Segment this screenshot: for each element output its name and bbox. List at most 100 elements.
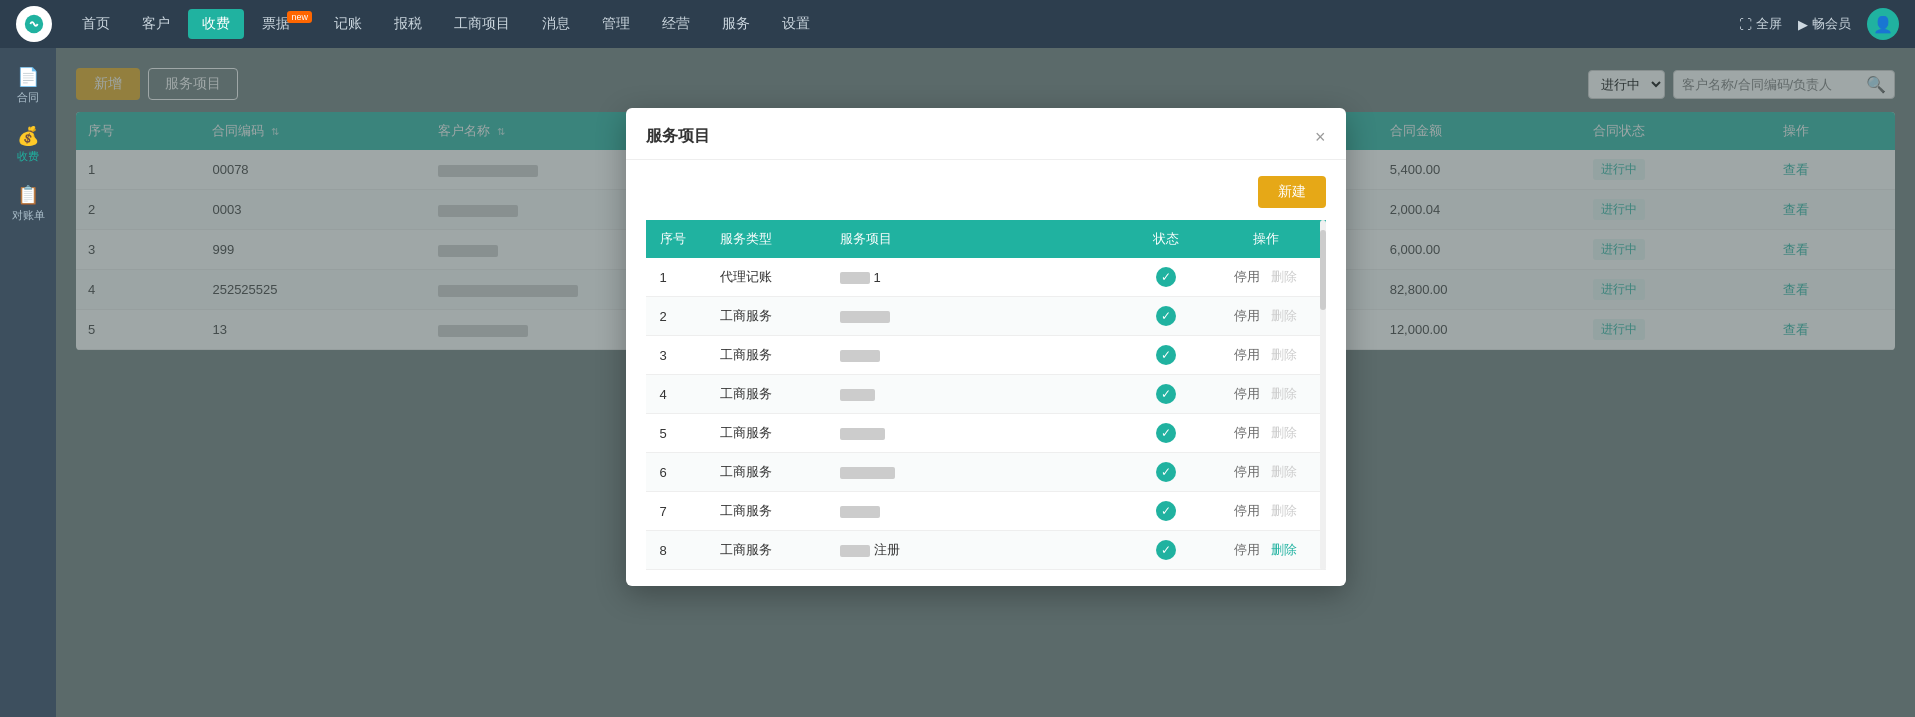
modal-table-row: 5 工商服务 ✓ 停用 删除 [646,414,1326,453]
modal-table-row: 2 工商服务 ✓ 停用 删除 [646,297,1326,336]
service-items-table: 序号 服务类型 服务项目 状态 操作 1 代理记账 [646,220,1326,570]
modal-th-index: 序号 [646,220,706,258]
modal-th-type: 服务类型 [706,220,826,258]
delete-button[interactable]: 删除 [1271,386,1297,401]
sidebar-item-label: 收费 [7,149,49,164]
stop-button[interactable]: 停用 [1234,269,1260,284]
scrollbar-track[interactable] [1320,220,1326,570]
delete-button[interactable]: 删除 [1271,503,1297,518]
status-check-icon: ✓ [1156,267,1176,287]
service-item-modal: 服务项目 × 新建 序号 服务类型 服 [626,108,1346,586]
modal-cell-action: 停用 删除 [1206,258,1326,297]
modal-cell-item [826,453,1126,492]
content-area: 新增 服务项目 进行中 已结束 全部 🔍 序号 合同编 [56,48,1915,717]
nav-item-fuwu[interactable]: 服务 [708,9,764,39]
logo[interactable] [16,6,52,42]
status-check-icon: ✓ [1156,501,1176,521]
avatar[interactable]: 👤 [1867,8,1899,40]
modal-table-row: 7 工商服务 ✓ 停用 删除 [646,492,1326,531]
scrollbar-thumb[interactable] [1320,230,1326,310]
modal-cell-index: 8 [646,531,706,570]
top-nav: 首页 客户 收费 票据 new 记账 报税 工商项目 消息 管理 经营 服务 设… [0,0,1915,48]
stop-button[interactable]: 停用 [1234,542,1260,557]
modal-table-row: 3 工商服务 ✓ 停用 删除 [646,336,1326,375]
modal-cell-action: 停用 删除 [1206,531,1326,570]
status-check-icon: ✓ [1156,540,1176,560]
modal-cell-type: 工商服务 [706,336,826,375]
delete-button[interactable]: 删除 [1271,308,1297,323]
modal-cell-item: 注册 [826,531,1126,570]
delete-button[interactable]: 删除 [1271,464,1297,479]
vip-label: 畅会员 [1812,15,1851,33]
sidebar-item-label: 对账单 [7,208,49,223]
status-check-icon: ✓ [1156,306,1176,326]
main-layout: 📄 合同 💰 收费 📋 对账单 新增 服务项目 进行中 已结束 全部 [0,48,1915,717]
sidebar-item-hetong[interactable]: 📄 合同 [3,56,53,111]
nav-item-piao[interactable]: 票据 new [248,9,316,39]
modal-cell-type: 工商服务 [706,453,826,492]
modal-cell-type: 工商服务 [706,492,826,531]
stop-button[interactable]: 停用 [1234,464,1260,479]
modal-overlay: 服务项目 × 新建 序号 服务类型 服 [56,48,1915,717]
nav-item-customer[interactable]: 客户 [128,9,184,39]
nav-items: 首页 客户 收费 票据 new 记账 报税 工商项目 消息 管理 经营 服务 设… [68,9,1739,39]
fullscreen-btn[interactable]: ⛶ 全屏 [1739,15,1782,33]
sidebar-item-duizhangdan[interactable]: 📋 对账单 [3,174,53,229]
modal-cell-action: 停用 删除 [1206,336,1326,375]
nav-item-jizhang[interactable]: 记账 [320,9,376,39]
modal-cell-type: 工商服务 [706,531,826,570]
modal-cell-status: ✓ [1126,375,1206,414]
modal-cell-index: 1 [646,258,706,297]
modal-header: 服务项目 × [626,108,1346,160]
fullscreen-icon: ⛶ [1739,17,1752,32]
stop-button[interactable]: 停用 [1234,308,1260,323]
modal-cell-type: 工商服务 [706,297,826,336]
modal-close-button[interactable]: × [1315,128,1326,146]
nav-item-guanli[interactable]: 管理 [588,9,644,39]
nav-item-jingying[interactable]: 经营 [648,9,704,39]
modal-cell-type: 工商服务 [706,414,826,453]
delete-button[interactable]: 删除 [1271,347,1297,362]
modal-cell-action: 停用 删除 [1206,297,1326,336]
modal-cell-item [826,297,1126,336]
modal-cell-index: 5 [646,414,706,453]
modal-table-header-row: 序号 服务类型 服务项目 状态 操作 [646,220,1326,258]
modal-cell-status: ✓ [1126,258,1206,297]
stop-button[interactable]: 停用 [1234,425,1260,440]
modal-th-item: 服务项目 [826,220,1126,258]
fullscreen-label: 全屏 [1756,15,1782,33]
modal-cell-status: ✓ [1126,297,1206,336]
nav-item-baoshui[interactable]: 报税 [380,9,436,39]
vip-btn[interactable]: ▶ 畅会员 [1798,15,1851,33]
nav-item-xiaoxi[interactable]: 消息 [528,9,584,39]
stop-button[interactable]: 停用 [1234,386,1260,401]
modal-cell-action: 停用 删除 [1206,375,1326,414]
stop-button[interactable]: 停用 [1234,347,1260,362]
modal-cell-index: 2 [646,297,706,336]
status-check-icon: ✓ [1156,462,1176,482]
sidebar-item-shoufei[interactable]: 💰 收费 [3,115,53,170]
nav-item-gongshang[interactable]: 工商项目 [440,9,524,39]
modal-cell-type: 工商服务 [706,375,826,414]
status-check-icon: ✓ [1156,384,1176,404]
nav-item-home[interactable]: 首页 [68,9,124,39]
modal-table-row: 4 工商服务 ✓ 停用 删除 [646,375,1326,414]
nav-item-shezhi[interactable]: 设置 [768,9,824,39]
modal-cell-status: ✓ [1126,531,1206,570]
modal-cell-index: 7 [646,492,706,531]
modal-cell-action: 停用 删除 [1206,492,1326,531]
modal-cell-item [826,375,1126,414]
modal-cell-status: ✓ [1126,414,1206,453]
stop-button[interactable]: 停用 [1234,503,1260,518]
modal-cell-action: 停用 删除 [1206,414,1326,453]
modal-cell-index: 6 [646,453,706,492]
nav-item-shoufei[interactable]: 收费 [188,9,244,39]
modal-cell-status: ✓ [1126,492,1206,531]
modal-new-button[interactable]: 新建 [1258,176,1326,208]
delete-button[interactable]: 删除 [1271,542,1297,557]
delete-button[interactable]: 删除 [1271,269,1297,284]
delete-button[interactable]: 删除 [1271,425,1297,440]
modal-toolbar: 新建 [646,176,1326,208]
modal-th-status: 状态 [1126,220,1206,258]
sidebar-item-label: 合同 [7,90,49,105]
